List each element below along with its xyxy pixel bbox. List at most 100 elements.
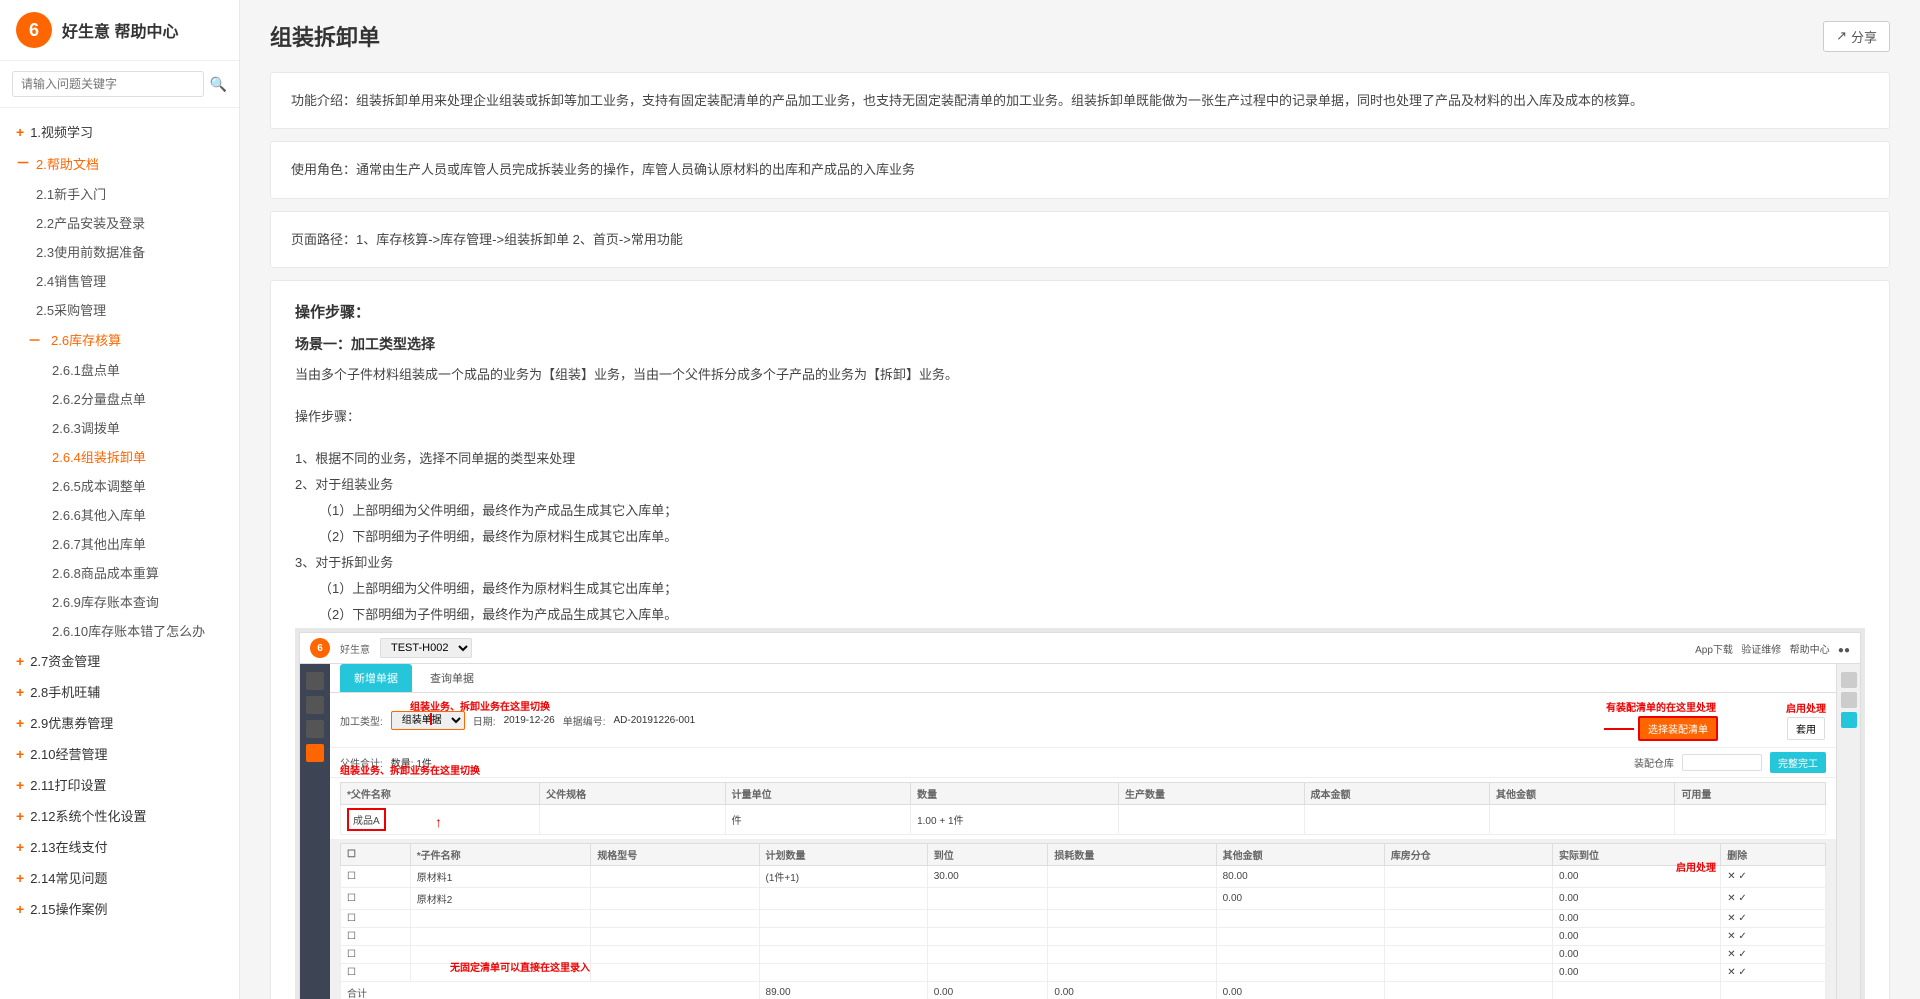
sidebar-item-storage[interactable]: － 2.6库存核算: [0, 324, 239, 355]
sidebar-item-label: 2.8手机旺辅: [30, 682, 100, 701]
sidebar-item-label: 2.6库存核算: [51, 330, 121, 349]
sidebar-item-label: 2.9优惠券管理: [30, 713, 113, 732]
role-card: 使用角色：通常由生产人员或库管人员完成拆装业务的操作，库管人员确认原材料的出库和…: [270, 141, 1890, 198]
sidebar-item-269[interactable]: 2.6.9库存账本查询: [0, 587, 239, 616]
sidebar-item-265[interactable]: 2.6.5成本调整单: [0, 471, 239, 500]
lcell-spec1: [591, 866, 759, 888]
col-available: 可用量: [1675, 783, 1826, 805]
sidebar-item-266[interactable]: 2.6.6其他入库单: [0, 500, 239, 529]
step2-sub1: （1）上部明细为父件明细，最终作为产成品生成其它入库单；: [319, 498, 1865, 524]
share-button[interactable]: ↗ 分享: [1823, 21, 1890, 52]
lcol-warehouse: 库房分仓: [1384, 844, 1552, 866]
sidebar-item-label: 2.13在线支付: [30, 837, 107, 856]
steps-title: 操作步骤：: [295, 301, 1865, 322]
page-header: 组装拆卸单 ↗ 分享: [270, 20, 1890, 52]
mock-footer-v2: 0.00: [927, 982, 1048, 999]
lower-table-row: ☐0.00✕ ✓: [341, 964, 1826, 982]
logo-icon: 6: [16, 12, 52, 48]
lcell-other2: 0.00: [1216, 888, 1384, 910]
search-button[interactable]: 🔍: [210, 76, 227, 93]
search-box: 🔍: [0, 61, 239, 108]
sidebar-item-docs-sub1[interactable]: 2.1新手入门: [0, 179, 239, 208]
mock-config-btn[interactable]: 选择装配清单: [1638, 716, 1718, 741]
sidebar-item-215[interactable]: + 2.15操作案例: [0, 893, 239, 924]
lcell-plan2: [759, 888, 927, 910]
sidebar-item-label: 2.12系统个性化设置: [30, 806, 146, 825]
mock-tab-query[interactable]: 查询单据: [416, 664, 488, 692]
role-text: 使用角色：通常由生产人员或库管人员完成拆装业务的操作，库管人员确认原材料的出库和…: [291, 162, 915, 177]
lcol-check: ☐: [341, 844, 411, 866]
lcell-wh1: [1384, 866, 1552, 888]
sidebar-item-label: 1.视频学习: [30, 122, 93, 141]
annotation-config-text: 有装配清单的在这里处理: [1606, 699, 1716, 714]
annotation-upper-table: 组装业务、拆卸业务在这里切换: [340, 762, 480, 777]
mock-input-cell[interactable]: 成品A: [347, 808, 386, 831]
lcell-actual1: 0.00: [1553, 866, 1721, 888]
mock-billno-label: 单据编号:: [563, 713, 606, 728]
mock-right-iconbar: [1836, 664, 1860, 999]
plus-icon: +: [16, 808, 24, 824]
col-cost: 成本金额: [1304, 783, 1489, 805]
sidebar-item-264[interactable]: 2.6.4组装拆卸单: [0, 442, 239, 471]
share-icon: ↗: [1836, 28, 1847, 44]
sidebar-item-212[interactable]: + 2.12系统个性化设置: [0, 800, 239, 831]
sidebar-item-210[interactable]: + 2.10经营管理: [0, 738, 239, 769]
mock-type-select[interactable]: 组装单据 拆卸单据: [391, 711, 465, 730]
sidebar-item-213[interactable]: + 2.13在线支付: [0, 831, 239, 862]
sidebar-item-27[interactable]: + 2.7资金管理: [0, 645, 239, 676]
search-input[interactable]: [12, 71, 204, 97]
sidebar-item-214[interactable]: + 2.14常见问题: [0, 862, 239, 893]
sidebar-item-label: 2.11打印设置: [30, 775, 106, 794]
lcell-name2: 原材料2: [410, 888, 591, 910]
sidebar-item-docs-sub4[interactable]: 2.4销售管理: [0, 266, 239, 295]
cell-prodqty: [1119, 805, 1304, 835]
sidebar-item-docs-sub3[interactable]: 2.3使用前数据准备: [0, 237, 239, 266]
lower-table-row: ☐0.00✕ ✓: [341, 910, 1826, 928]
col-qty: 数量: [911, 783, 1119, 805]
lcell-spec2: [591, 888, 759, 910]
sidebar-item-267[interactable]: 2.6.7其他出库单: [0, 529, 239, 558]
sidebar-item-2610[interactable]: 2.6.10库存账本错了怎么办: [0, 616, 239, 645]
col-prod-qty: 生产数量: [1119, 783, 1304, 805]
col-parent-name: *父件名称: [341, 783, 540, 805]
sidebar-item-docs-sub5[interactable]: 2.5采购管理: [0, 295, 239, 324]
step2-sub2: （2）下部明细为子件明细，最终作为原材料生成其它出库单。: [319, 524, 1865, 550]
lcell-del2: ✕ ✓: [1721, 888, 1826, 910]
annotation-apply-text: 启用处理: [1786, 700, 1826, 715]
intro-card: 功能介绍：组装拆卸单用来处理企业组装或拆卸等加工业务，支持有固定装配清单的产品加…: [270, 72, 1890, 129]
intro-text: 功能介绍：组装拆卸单用来处理企业组装或拆卸等加工业务，支持有固定装配清单的产品加…: [291, 93, 1643, 108]
minus-icon: －: [16, 153, 30, 173]
mock-footer-v1: 89.00: [759, 982, 927, 999]
sidebar-item-docs-sub2[interactable]: 2.2产品安装及登录: [0, 208, 239, 237]
steps-section: 操作步骤： 场景一：加工类型选择 当由多个子件材料组装成一个成品的业务为【组装】…: [270, 280, 1890, 999]
sidebar-item-262[interactable]: 2.6.2分量盘点单: [0, 384, 239, 413]
mock-confirm-btn[interactable]: 完整完工: [1770, 752, 1826, 773]
mock-company-select[interactable]: TEST-H002: [380, 638, 472, 658]
scenario1-desc: 当由多个子件材料组装成一个成品的业务为【组装】业务，当由一个父件拆分成多个子产品…: [295, 362, 1865, 388]
cell-avail: [1675, 805, 1826, 835]
mock-apply-btn[interactable]: 套用: [1787, 717, 1825, 740]
lcell-arrive1: 30.00: [927, 866, 1048, 888]
lcol-op: 删除: [1721, 844, 1826, 866]
mock-tab-new[interactable]: 新增单据: [340, 664, 412, 692]
mock-billno-value: AD-20191226-001: [614, 715, 696, 726]
lower-table-row: ☐0.00✕ ✓: [341, 946, 1826, 964]
sidebar-item-211[interactable]: + 2.11打印设置: [0, 769, 239, 800]
sidebar-item-video[interactable]: + 1.视频学习: [0, 116, 239, 147]
mock-left-iconbar: [300, 664, 330, 999]
sidebar-item-29[interactable]: + 2.9优惠券管理: [0, 707, 239, 738]
sidebar-item-261[interactable]: 2.6.1盘点单: [0, 355, 239, 384]
sidebar-item-label: 2.10经营管理: [30, 744, 107, 763]
lcell-loss1: [1048, 866, 1216, 888]
mock-warehouse-input[interactable]: [1682, 754, 1762, 771]
sidebar-item-28[interactable]: + 2.8手机旺辅: [0, 676, 239, 707]
scenario1-title: 场景一：加工类型选择: [295, 334, 1865, 354]
lcol-actual: 实际到位: [1553, 844, 1721, 866]
col-other: 其他金额: [1489, 783, 1674, 805]
sidebar-item-263[interactable]: 2.6.3调拨单: [0, 413, 239, 442]
sidebar-item-268[interactable]: 2.6.8商品成本重算: [0, 558, 239, 587]
sidebar-item-docs[interactable]: － 2.帮助文档: [0, 147, 239, 179]
mock-lower-table: ☐ *子件名称 规格型号 计划数量 到位 损耗数量 其他金额 库房分仓 实际到位: [340, 843, 1826, 999]
steps-label: 操作步骤：: [295, 404, 1865, 430]
screenshot-image: 6 好生意 TEST-H002 App下载 验证维修 帮助中心 ●●: [295, 628, 1865, 999]
